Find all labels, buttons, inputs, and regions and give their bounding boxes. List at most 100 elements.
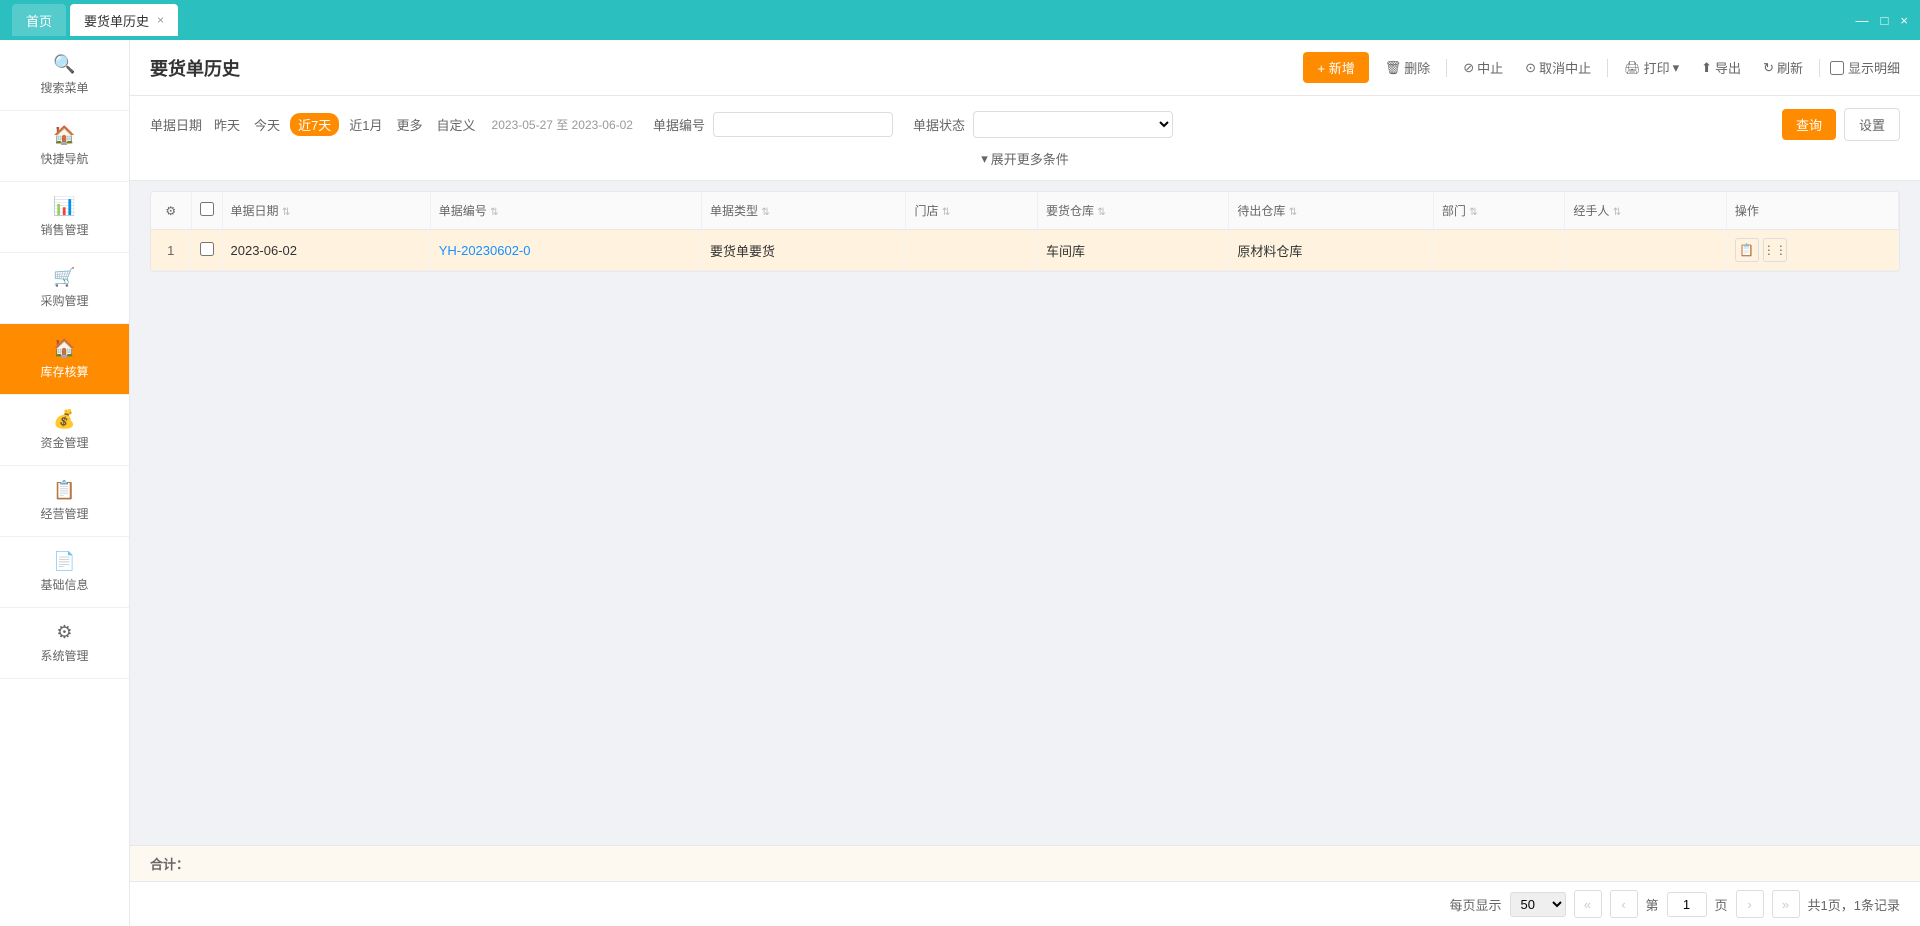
sidebar-item-finance[interactable]: 💰 资金管理 bbox=[0, 395, 129, 466]
row-checkbox[interactable] bbox=[200, 242, 214, 256]
new-button[interactable]: + 新增 bbox=[1303, 52, 1368, 83]
expand-icon: ▾ bbox=[981, 151, 988, 167]
page-number-input[interactable] bbox=[1667, 892, 1707, 917]
sort-handler-icon[interactable]: ⇅ bbox=[1613, 207, 1621, 218]
page-unit: 页 bbox=[1715, 895, 1728, 914]
sidebar-item-purchase-label: 采购管理 bbox=[40, 292, 88, 309]
table-area: ⚙ 单据日期 ⇅ 单据编号 ⇅ bbox=[130, 181, 1920, 845]
sidebar-item-finance-label: 资金管理 bbox=[40, 434, 88, 451]
sidebar-item-purchase[interactable]: 🛒 采购管理 bbox=[0, 253, 129, 324]
system-icon: ⚙ bbox=[56, 622, 72, 643]
first-page-btn[interactable]: « bbox=[1574, 890, 1602, 918]
stop-button[interactable]: ⊘ 中止 bbox=[1457, 54, 1509, 81]
shortcut-yesterday[interactable]: 昨天 bbox=[210, 113, 244, 136]
export-button[interactable]: ⬆ 导出 bbox=[1695, 54, 1747, 81]
prev-page-btn[interactable]: ‹ bbox=[1610, 890, 1638, 918]
print-button[interactable]: 🖨 打印 ▾ bbox=[1618, 54, 1685, 81]
table-row: 1 2023-06-02 YH-20230602-0 要货单要货 车间库 bbox=[151, 230, 1899, 271]
sidebar-item-quicknav[interactable]: 🏠 快捷导航 bbox=[0, 111, 129, 182]
filter-area: 单据日期 昨天 今天 近7天 近1月 更多 自定义 2023-05-27 至 2… bbox=[130, 96, 1920, 181]
page-header: 要货单历史 + 新增 🗑 删除 ⊘ 中止 ⊙ 取消中止 🖨 bbox=[130, 40, 1920, 96]
docno-input[interactable] bbox=[713, 112, 893, 137]
sort-docno-icon[interactable]: ⇅ bbox=[490, 207, 498, 218]
shortcut-7days[interactable]: 近7天 bbox=[290, 113, 339, 136]
col-operation: 操作 bbox=[1726, 192, 1898, 230]
purchase-icon: 🛒 bbox=[53, 267, 75, 288]
sidebar-item-sales[interactable]: 📊 销售管理 bbox=[0, 182, 129, 253]
edit-action-btn[interactable]: ⋮⋮ bbox=[1763, 238, 1787, 262]
last-page-btn[interactable]: » bbox=[1772, 890, 1800, 918]
sidebar-item-basic-info[interactable]: 📄 基础信息 bbox=[0, 537, 129, 608]
window-maximize[interactable]: □ bbox=[1881, 13, 1889, 28]
sidebar-item-operations[interactable]: 📋 经营管理 bbox=[0, 466, 129, 537]
operations-icon: 📋 bbox=[53, 480, 75, 501]
col-doctype: 单据类型 ⇅ bbox=[701, 192, 906, 230]
sort-department-icon[interactable]: ⇅ bbox=[1469, 207, 1477, 218]
view-action-btn[interactable]: 📋 bbox=[1735, 238, 1759, 262]
tab-close-icon[interactable]: × bbox=[157, 13, 164, 27]
row-num: 1 bbox=[151, 230, 191, 271]
select-all-checkbox[interactable] bbox=[200, 202, 214, 216]
col-checkbox bbox=[191, 192, 222, 230]
delete-button[interactable]: 🗑 删除 bbox=[1379, 54, 1437, 81]
total-info: 共1页，1条记录 bbox=[1808, 895, 1900, 914]
row-docno: YH-20230602-0 bbox=[430, 230, 701, 271]
search-menu-icon: 🔍 bbox=[53, 54, 75, 75]
cancel-stop-button[interactable]: ⊙ 取消中止 bbox=[1519, 54, 1597, 81]
sort-doctype-icon[interactable]: ⇅ bbox=[761, 207, 769, 218]
row-doctype: 要货单要货 bbox=[701, 230, 906, 271]
sidebar-item-operations-label: 经营管理 bbox=[40, 505, 88, 522]
status-select[interactable] bbox=[973, 111, 1173, 138]
basic-info-icon: 📄 bbox=[53, 551, 75, 572]
shortcut-1month[interactable]: 近1月 bbox=[345, 113, 386, 136]
delete-icon: 🗑 bbox=[1385, 60, 1402, 76]
col-settings[interactable]: ⚙ bbox=[151, 192, 191, 230]
sidebar-item-inventory[interactable]: 🏠 库存核算 bbox=[0, 324, 129, 395]
col-req-warehouse: 要货仓库 ⇅ bbox=[1038, 192, 1229, 230]
sort-store-icon[interactable]: ⇅ bbox=[942, 207, 950, 218]
sort-docdate-icon[interactable]: ⇅ bbox=[282, 207, 290, 218]
print-dropdown-icon: ▾ bbox=[1673, 60, 1680, 76]
shortcut-more[interactable]: 更多 bbox=[393, 113, 427, 136]
row-docno-link[interactable]: YH-20230602-0 bbox=[439, 243, 531, 258]
export-icon: ⬆ bbox=[1701, 60, 1712, 76]
sales-icon: 📊 bbox=[53, 196, 75, 217]
cancel-stop-icon: ⊙ bbox=[1525, 60, 1536, 76]
show-detail-toggle[interactable]: 显示明细 bbox=[1830, 58, 1900, 77]
sort-pending-warehouse-icon[interactable]: ⇅ bbox=[1289, 207, 1297, 218]
refresh-button[interactable]: ↻ 刷新 bbox=[1757, 54, 1809, 81]
shortcut-today[interactable]: 今天 bbox=[250, 113, 284, 136]
row-docdate: 2023-06-02 bbox=[222, 230, 430, 271]
content-area: 要货单历史 + 新增 🗑 删除 ⊘ 中止 ⊙ 取消中止 🖨 bbox=[130, 40, 1920, 926]
show-detail-checkbox[interactable] bbox=[1830, 61, 1844, 75]
col-store: 门店 ⇅ bbox=[906, 192, 1038, 230]
toolbar: + 新增 🗑 删除 ⊘ 中止 ⊙ 取消中止 🖨 打印 bbox=[1303, 52, 1900, 83]
status-label: 单据状态 bbox=[913, 115, 965, 134]
top-right-controls: — □ × bbox=[1856, 13, 1908, 28]
divider1 bbox=[1446, 59, 1447, 77]
page-title: 要货单历史 bbox=[150, 55, 240, 81]
date-shortcuts: 昨天 今天 近7天 近1月 更多 自定义 bbox=[210, 113, 480, 136]
tab-home[interactable]: 首页 bbox=[12, 4, 66, 36]
expand-filter-button[interactable]: ▾ 展开更多条件 bbox=[981, 149, 1069, 168]
refresh-icon: ↻ bbox=[1763, 60, 1774, 76]
sidebar: 🔍 搜索菜单 🏠 快捷导航 📊 销售管理 🛒 采购管理 🏠 库存核算 💰 资金管… bbox=[0, 40, 130, 926]
sidebar-item-search[interactable]: 🔍 搜索菜单 bbox=[0, 40, 129, 111]
sidebar-item-search-label: 搜索菜单 bbox=[40, 79, 88, 96]
finance-icon: 💰 bbox=[53, 409, 75, 430]
window-minimize[interactable]: — bbox=[1856, 13, 1869, 28]
tab-history[interactable]: 要货单历史 × bbox=[70, 4, 178, 36]
col-department: 部门 ⇅ bbox=[1433, 192, 1565, 230]
window-close[interactable]: × bbox=[1900, 13, 1908, 28]
next-page-btn[interactable]: › bbox=[1736, 890, 1764, 918]
sidebar-item-basic-info-label: 基础信息 bbox=[40, 576, 88, 593]
divider2 bbox=[1607, 59, 1608, 77]
query-button[interactable]: 查询 bbox=[1782, 109, 1836, 140]
page-size-select[interactable]: 50 20 100 200 bbox=[1510, 892, 1566, 917]
settings-button[interactable]: 设置 bbox=[1844, 108, 1900, 141]
shortcut-custom[interactable]: 自定义 bbox=[433, 113, 480, 136]
sidebar-item-system[interactable]: ⚙ 系统管理 bbox=[0, 608, 129, 679]
row-actions: 📋 ⋮⋮ bbox=[1726, 230, 1898, 271]
sort-req-warehouse-icon[interactable]: ⇅ bbox=[1097, 207, 1105, 218]
top-bar: 首页 要货单历史 × — □ × bbox=[0, 0, 1920, 40]
